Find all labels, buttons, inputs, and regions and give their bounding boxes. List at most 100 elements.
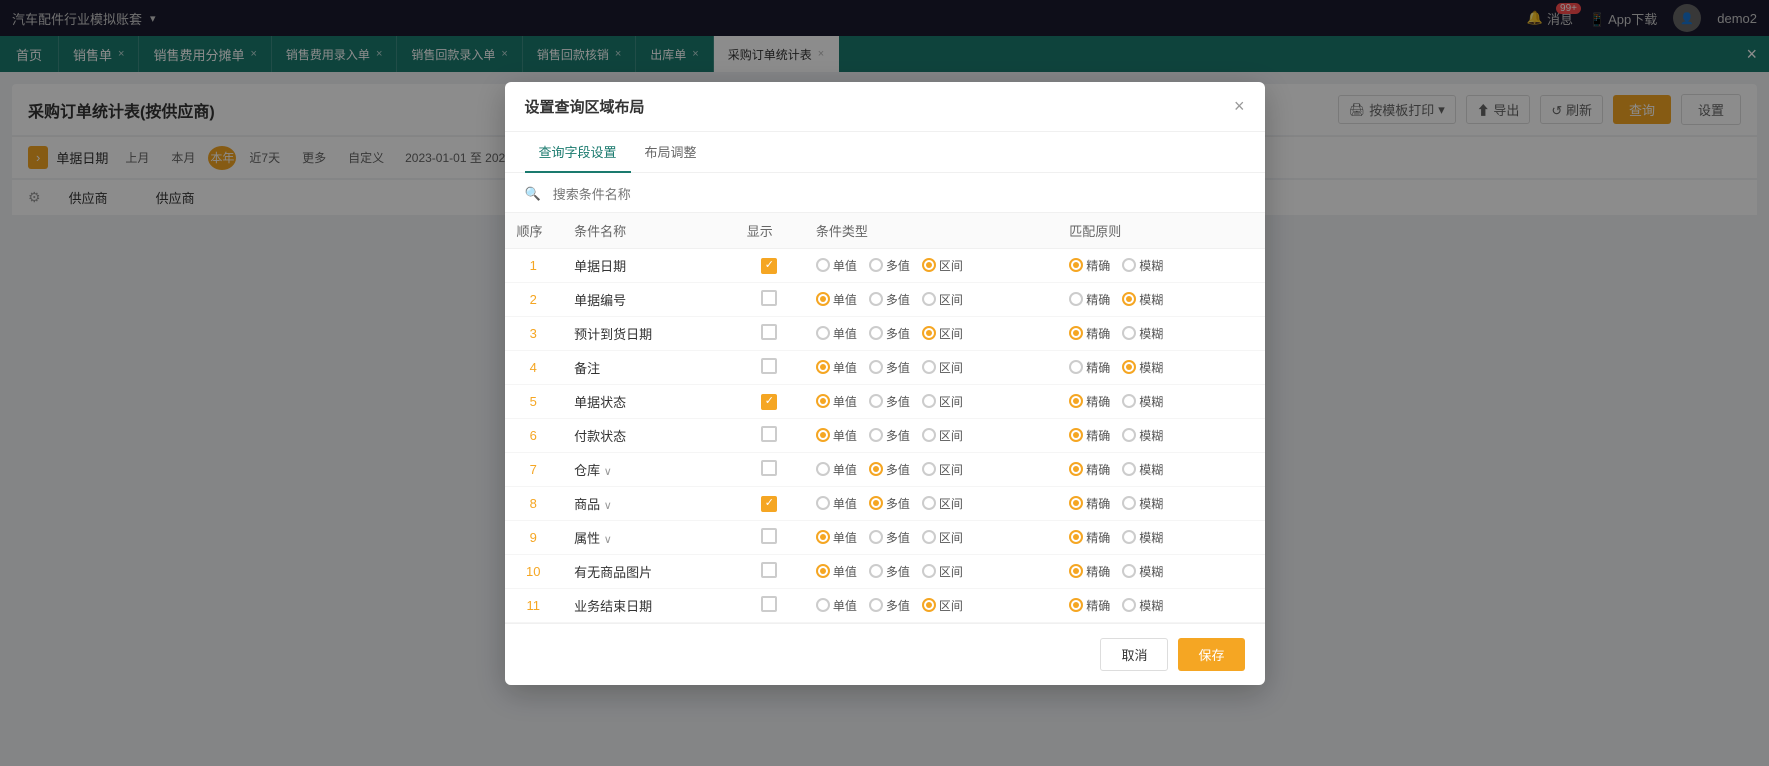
type-range[interactable]: 区间 (922, 461, 963, 478)
type-range[interactable]: 区间 (922, 597, 963, 614)
match-fuzzy[interactable]: 模糊 (1122, 427, 1163, 444)
show-checkbox[interactable] (761, 394, 777, 410)
type-single[interactable]: 单值 (816, 495, 857, 512)
type-single[interactable]: 单值 (816, 563, 857, 580)
type-multi[interactable]: 多值 (869, 359, 910, 376)
type-single[interactable]: 单值 (816, 359, 857, 376)
modal-tab-query-fields[interactable]: 查询字段设置 (525, 132, 631, 173)
match-fuzzy[interactable]: 模糊 (1122, 563, 1163, 580)
type-single[interactable]: 单值 (816, 257, 857, 274)
row-show[interactable] (735, 350, 804, 384)
type-multi[interactable]: 多值 (869, 291, 910, 308)
match-fuzzy[interactable]: 模糊 (1122, 325, 1163, 342)
match-fuzzy[interactable]: 模糊 (1122, 291, 1163, 308)
row-name: 仓库 ∨ (562, 452, 735, 486)
modal-overlay: 设置查询区域布局 × 查询字段设置 布局调整 🔍 (0, 0, 1769, 766)
row-show[interactable] (735, 588, 804, 622)
match-fuzzy[interactable]: 模糊 (1122, 597, 1163, 614)
row-show[interactable] (735, 554, 804, 588)
match-precise[interactable]: 精确 (1069, 597, 1110, 614)
type-range[interactable]: 区间 (922, 393, 963, 410)
match-fuzzy[interactable]: 模糊 (1122, 529, 1163, 546)
match-precise[interactable]: 精确 (1069, 427, 1110, 444)
row-show[interactable] (735, 418, 804, 452)
match-precise[interactable]: 精确 (1069, 393, 1110, 410)
show-checkbox[interactable] (761, 426, 777, 442)
match-radio-group: 精确 模糊 (1069, 325, 1252, 342)
match-precise[interactable]: 精确 (1069, 359, 1110, 376)
type-single[interactable]: 单值 (816, 461, 857, 478)
type-multi[interactable]: 多值 (869, 257, 910, 274)
match-precise[interactable]: 精确 (1069, 257, 1110, 274)
show-checkbox[interactable] (761, 358, 777, 374)
match-precise[interactable]: 精确 (1069, 325, 1110, 342)
row-name: 单据状态 (562, 384, 735, 418)
show-checkbox[interactable] (761, 258, 777, 274)
show-checkbox[interactable] (761, 496, 777, 512)
match-fuzzy[interactable]: 模糊 (1122, 393, 1163, 410)
row-show[interactable] (735, 282, 804, 316)
type-multi[interactable]: 多值 (869, 563, 910, 580)
th-name: 条件名称 (562, 213, 735, 249)
row-name: 备注 (562, 350, 735, 384)
type-range[interactable]: 区间 (922, 257, 963, 274)
row-type: 单值 多值 区间 (804, 316, 1057, 350)
match-fuzzy[interactable]: 模糊 (1122, 495, 1163, 512)
row-show[interactable] (735, 452, 804, 486)
row-show[interactable] (735, 248, 804, 282)
row-name: 单据编号 (562, 282, 735, 316)
save-button[interactable]: 保存 (1178, 638, 1244, 671)
type-multi[interactable]: 多值 (869, 427, 910, 444)
match-precise[interactable]: 精确 (1069, 461, 1110, 478)
row-type: 单值 多值 区间 (804, 350, 1057, 384)
radio-fuzzy-circle (1122, 258, 1136, 272)
match-fuzzy[interactable]: 模糊 (1122, 257, 1163, 274)
cancel-button[interactable]: 取消 (1100, 638, 1168, 671)
row-show[interactable] (735, 520, 804, 554)
type-multi[interactable]: 多值 (869, 461, 910, 478)
type-range[interactable]: 区间 (922, 291, 963, 308)
type-multi[interactable]: 多值 (869, 325, 910, 342)
type-range[interactable]: 区间 (922, 563, 963, 580)
row-show[interactable] (735, 316, 804, 350)
row-show[interactable] (735, 486, 804, 520)
type-single[interactable]: 单值 (816, 597, 857, 614)
modal-search-input[interactable] (545, 183, 745, 206)
row-order: 6 (505, 418, 563, 452)
type-range[interactable]: 区间 (922, 427, 963, 444)
show-checkbox[interactable] (761, 324, 777, 340)
type-multi[interactable]: 多值 (869, 393, 910, 410)
type-multi[interactable]: 多值 (869, 597, 910, 614)
show-checkbox[interactable] (761, 460, 777, 476)
type-multi[interactable]: 多值 (869, 495, 910, 512)
modal-tab-layout[interactable]: 布局调整 (631, 132, 711, 173)
show-checkbox[interactable] (761, 562, 777, 578)
modal-close-button[interactable]: × (1234, 96, 1245, 117)
row-order: 9 (505, 520, 563, 554)
radio-multi-circle (869, 360, 883, 374)
type-range[interactable]: 区间 (922, 325, 963, 342)
radio-single-circle (816, 564, 830, 578)
type-single[interactable]: 单值 (816, 427, 857, 444)
type-single[interactable]: 单值 (816, 325, 857, 342)
match-precise[interactable]: 精确 (1069, 563, 1110, 580)
match-precise[interactable]: 精确 (1069, 495, 1110, 512)
show-checkbox[interactable] (761, 596, 777, 612)
show-checkbox[interactable] (761, 528, 777, 544)
match-precise[interactable]: 精确 (1069, 529, 1110, 546)
type-single[interactable]: 单值 (816, 529, 857, 546)
match-precise[interactable]: 精确 (1069, 291, 1110, 308)
match-radio-group: 精确 模糊 (1069, 359, 1252, 376)
type-single[interactable]: 单值 (816, 291, 857, 308)
row-show[interactable] (735, 384, 804, 418)
match-fuzzy[interactable]: 模糊 (1122, 359, 1163, 376)
type-range[interactable]: 区间 (922, 529, 963, 546)
radio-fuzzy-circle (1122, 360, 1136, 374)
match-fuzzy[interactable]: 模糊 (1122, 461, 1163, 478)
type-range[interactable]: 区间 (922, 495, 963, 512)
type-multi[interactable]: 多值 (869, 529, 910, 546)
row-type: 单值 多值 区间 (804, 384, 1057, 418)
type-single[interactable]: 单值 (816, 393, 857, 410)
show-checkbox[interactable] (761, 290, 777, 306)
type-range[interactable]: 区间 (922, 359, 963, 376)
